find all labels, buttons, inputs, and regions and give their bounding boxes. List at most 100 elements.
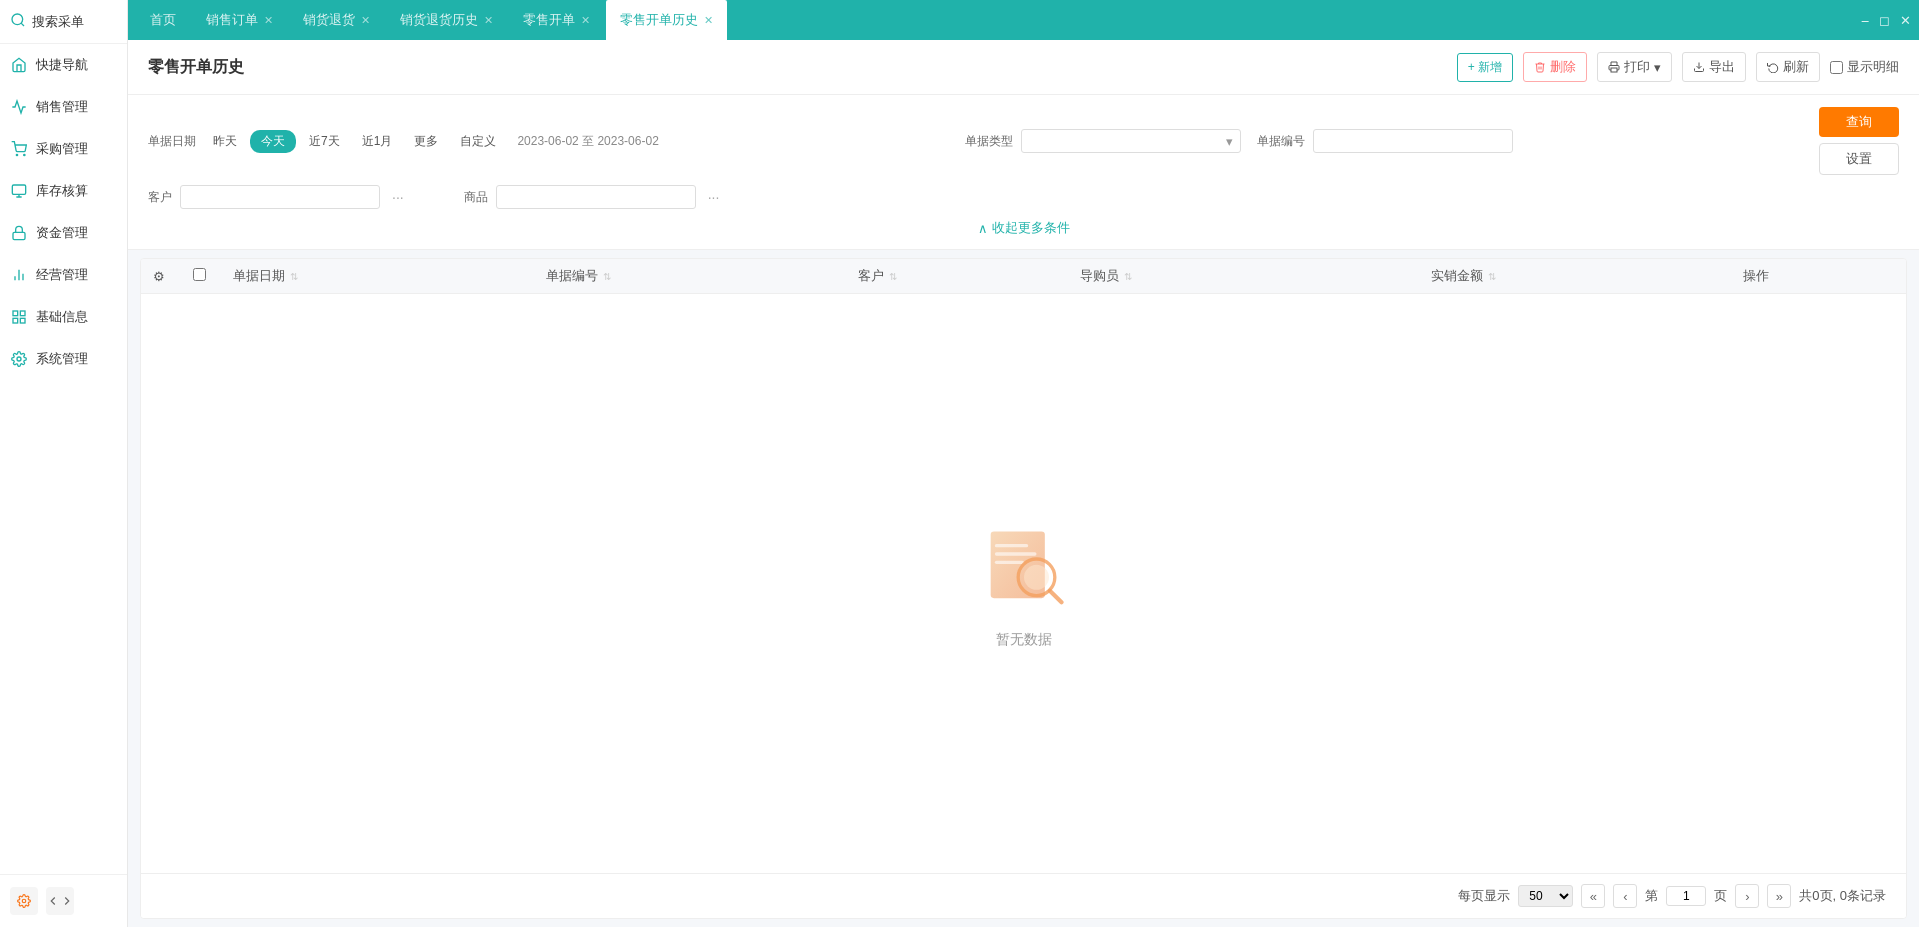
delete-button[interactable]: 删除 xyxy=(1523,52,1587,82)
table-area: ⚙ 单据日期 ⇅ 单据编号 ⇅ xyxy=(140,258,1907,919)
date-filter-label: 单据日期 xyxy=(148,133,196,150)
bottom-gear-button[interactable] xyxy=(10,887,38,915)
empty-state: 暂无数据 xyxy=(141,294,1906,873)
svg-point-2 xyxy=(16,154,17,155)
sidebar-bottom xyxy=(0,874,127,927)
prev-page-button[interactable]: ‹ xyxy=(1613,884,1637,908)
tabs-bar-right: ‒ ◻ ✕ xyxy=(1861,13,1911,28)
filter-area: 单据日期 昨天 今天 近7天 近1月 更多 自定义 2023-06-02 至 2… xyxy=(128,95,1919,250)
customer-dots-button[interactable]: ··· xyxy=(388,189,408,205)
query-button[interactable]: 查询 xyxy=(1819,107,1899,137)
tab-sales-order[interactable]: 销售订单 ✕ xyxy=(192,0,287,40)
page-number-input[interactable] xyxy=(1666,886,1706,906)
window-maximize-button[interactable]: ◻ xyxy=(1879,13,1890,28)
date-btn-more[interactable]: 更多 xyxy=(405,130,447,153)
tab-sales-return-history-close[interactable]: ✕ xyxy=(484,14,493,27)
tab-sales-return-close[interactable]: ✕ xyxy=(361,14,370,27)
col-date-sort-icon[interactable]: ⇅ xyxy=(290,271,298,282)
content-area: 零售开单历史 + 新增 删除 打印 ▾ 导出 刷新 xyxy=(128,40,1919,927)
settings-button[interactable]: 设置 xyxy=(1819,143,1899,175)
col-number-sort-icon[interactable]: ⇅ xyxy=(603,271,611,282)
last-page-button[interactable]: » xyxy=(1767,884,1791,908)
tab-sales-order-close[interactable]: ✕ xyxy=(264,14,273,27)
col-salesperson-label: 导购员 xyxy=(1080,268,1119,283)
display-detail-checkbox[interactable]: 显示明细 xyxy=(1830,58,1899,76)
query-actions: 查询 设置 xyxy=(1819,107,1899,175)
doctype-filter-label: 单据类型 xyxy=(965,133,1013,150)
product-filter-label: 商品 xyxy=(464,189,488,206)
refresh-button[interactable]: 刷新 xyxy=(1756,52,1820,82)
tab-sales-return-label: 销货退货 xyxy=(303,11,355,29)
export-icon xyxy=(1693,61,1705,73)
date-btn-1month[interactable]: 近1月 xyxy=(353,130,402,153)
date-range-display: 2023-06-02 至 2023-06-02 xyxy=(517,133,658,150)
tab-retail-open[interactable]: 零售开单 ✕ xyxy=(509,0,604,40)
window-close-button[interactable]: ✕ xyxy=(1900,13,1911,28)
sidebar-item-inventory[interactable]: 库存核算 xyxy=(0,170,127,212)
filter-customer-field: 客户 ··· xyxy=(148,185,408,209)
product-dots-button[interactable]: ··· xyxy=(704,189,724,205)
product-filter-input[interactable] xyxy=(496,185,696,209)
refresh-icon xyxy=(1767,61,1779,73)
first-page-button[interactable]: « xyxy=(1581,884,1605,908)
chart-icon xyxy=(10,98,28,116)
tab-retail-open-history-label: 零售开单历史 xyxy=(620,11,698,29)
sidebar-item-label: 采购管理 xyxy=(36,140,88,158)
col-customer-sort-icon[interactable]: ⇅ xyxy=(889,271,897,282)
sidebar-item-sales-mgmt[interactable]: 销售管理 xyxy=(0,86,127,128)
search-label: 搜索采单 xyxy=(32,13,84,31)
date-btn-7days[interactable]: 近7天 xyxy=(300,130,349,153)
filter-product-field: 商品 ··· xyxy=(464,185,724,209)
svg-point-3 xyxy=(24,154,25,155)
page-header: 零售开单历史 + 新增 删除 打印 ▾ 导出 刷新 xyxy=(128,40,1919,95)
filter-date-field: 单据日期 昨天 今天 近7天 近1月 更多 自定义 2023-06-02 至 2… xyxy=(148,130,659,153)
sidebar-item-label: 快捷导航 xyxy=(36,56,88,74)
doctype-select[interactable] xyxy=(1021,129,1241,153)
svg-rect-20 xyxy=(994,560,1023,563)
next-page-button[interactable]: › xyxy=(1735,884,1759,908)
col-date-label: 单据日期 xyxy=(233,268,285,283)
sidebar-item-purchase-mgmt[interactable]: 采购管理 xyxy=(0,128,127,170)
tab-sales-return-history[interactable]: 销货退货历史 ✕ xyxy=(386,0,507,40)
tab-sales-order-label: 销售订单 xyxy=(206,11,258,29)
tab-retail-open-history-close[interactable]: ✕ xyxy=(704,14,713,27)
per-page-select[interactable]: 50 10 20 100 xyxy=(1518,885,1573,907)
customer-filter-input[interactable] xyxy=(180,185,380,209)
tab-home[interactable]: 首页 xyxy=(136,0,190,40)
empty-text: 暂无数据 xyxy=(996,631,1052,649)
add-button[interactable]: + 新增 xyxy=(1457,53,1513,82)
filter-row-2: 客户 ··· 商品 ··· xyxy=(148,185,1899,209)
svg-point-13 xyxy=(17,357,21,361)
date-btn-yesterday[interactable]: 昨天 xyxy=(204,130,246,153)
sidebar-collapse-button[interactable] xyxy=(46,887,74,915)
docno-filter-input[interactable] xyxy=(1313,129,1513,153)
sidebar-item-finance[interactable]: 资金管理 xyxy=(0,212,127,254)
sidebar-item-system-mgmt[interactable]: 系统管理 xyxy=(0,338,127,380)
sidebar-item-label: 资金管理 xyxy=(36,224,88,242)
sidebar-item-quick-nav[interactable]: 快捷导航 xyxy=(0,44,127,86)
collapse-filter-button[interactable]: ∧ 收起更多条件 xyxy=(148,219,1899,237)
table-settings-icon[interactable]: ⚙ xyxy=(153,269,165,284)
print-dropdown-icon[interactable]: ▾ xyxy=(1654,60,1661,75)
display-detail-input[interactable] xyxy=(1830,61,1843,74)
print-button[interactable]: 打印 ▾ xyxy=(1597,52,1672,82)
svg-line-23 xyxy=(1049,590,1061,602)
sidebar-search[interactable]: 搜索采单 xyxy=(0,0,127,44)
date-btn-custom[interactable]: 自定义 xyxy=(451,130,505,153)
tab-retail-open-close[interactable]: ✕ xyxy=(581,14,590,27)
col-amount-sort-icon[interactable]: ⇅ xyxy=(1488,271,1496,282)
date-btn-today[interactable]: 今天 xyxy=(250,130,296,153)
chevron-up-icon: ∧ xyxy=(978,221,988,236)
tab-retail-open-history[interactable]: 零售开单历史 ✕ xyxy=(606,0,727,40)
col-salesperson-sort-icon[interactable]: ⇅ xyxy=(1124,271,1132,282)
svg-point-14 xyxy=(22,899,26,903)
select-all-checkbox[interactable] xyxy=(193,268,206,281)
tab-sales-return[interactable]: 销货退货 ✕ xyxy=(289,0,384,40)
svg-line-1 xyxy=(21,23,24,26)
sidebar-item-operations[interactable]: 经营管理 xyxy=(0,254,127,296)
sidebar-item-basic-info[interactable]: 基础信息 xyxy=(0,296,127,338)
svg-rect-19 xyxy=(994,552,1036,555)
empty-icon xyxy=(974,519,1074,619)
export-button[interactable]: 导出 xyxy=(1682,52,1746,82)
window-minimize-button[interactable]: ‒ xyxy=(1861,13,1869,28)
